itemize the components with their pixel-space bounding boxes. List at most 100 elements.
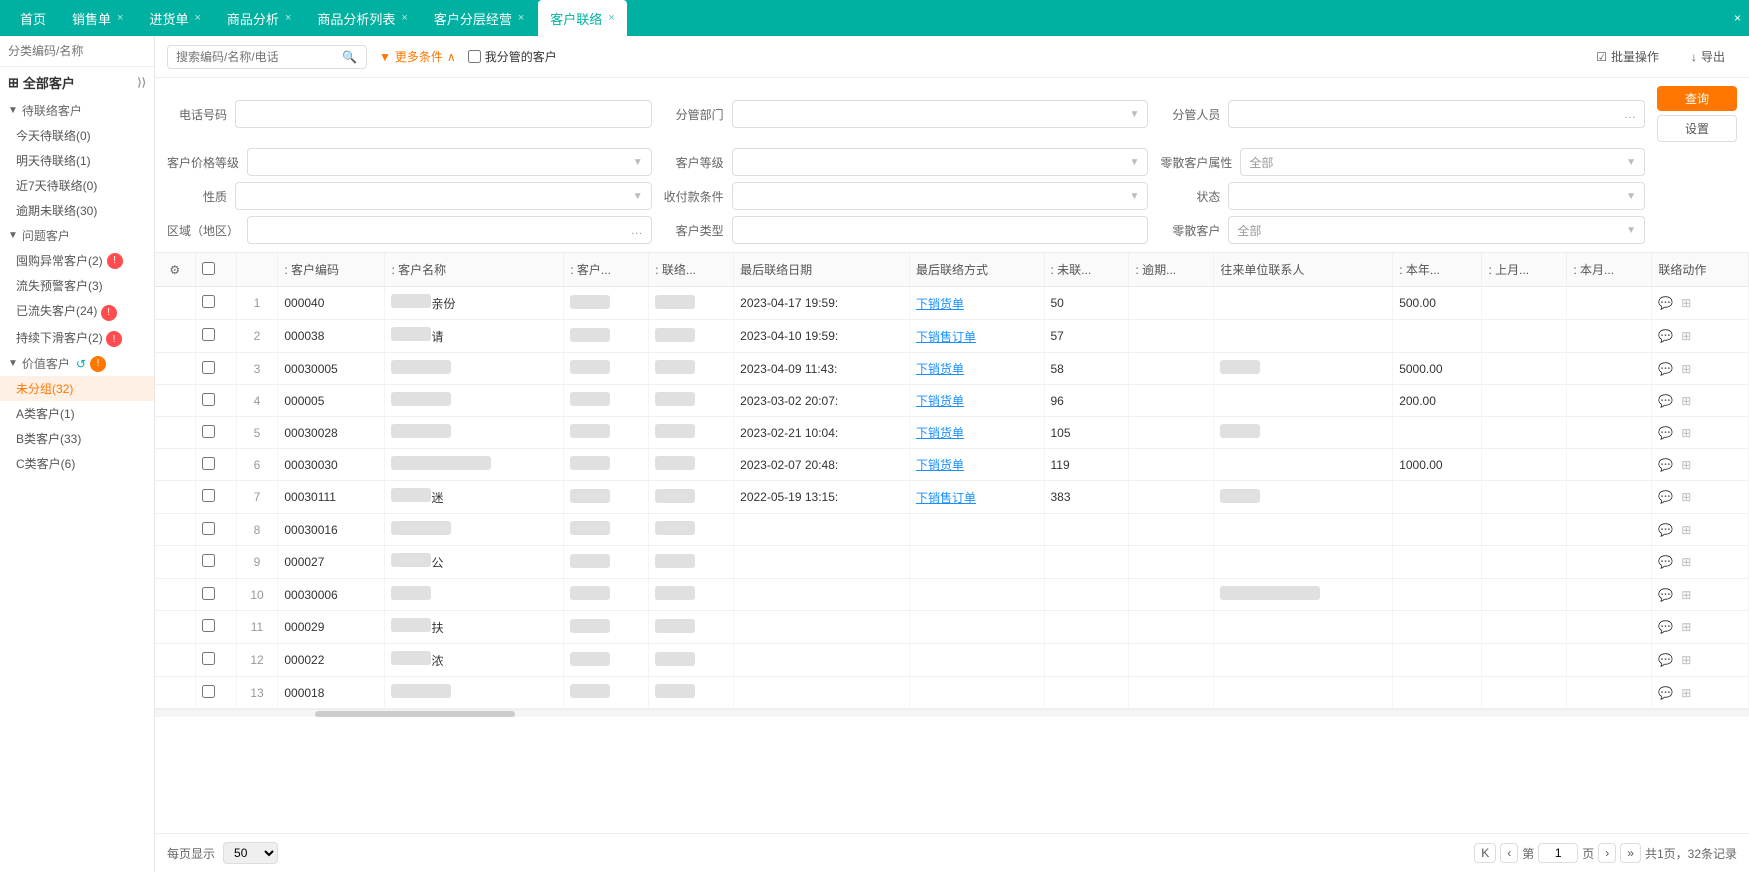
grid-action-icon[interactable]: ⊞ [1681,588,1691,602]
nav-home[interactable]: 首页 [8,0,58,36]
horizontal-scrollbar[interactable] [155,709,1749,717]
chat-icon[interactable]: 💬 [1658,588,1673,602]
chat-icon[interactable]: 💬 [1658,490,1673,504]
chat-icon[interactable]: 💬 [1658,394,1673,408]
chat-icon[interactable]: 💬 [1658,686,1673,700]
last-page-btn[interactable]: » [1620,843,1641,863]
reset-btn[interactable]: 设置 [1657,115,1737,142]
close-all-btn[interactable]: × [1734,11,1741,25]
retail-cust-select[interactable]: 全部▼ [1228,216,1645,244]
group-pending[interactable]: ▼ 待联络客户 [0,98,154,123]
sidebar-item-ungroup[interactable]: 未分组(32) [0,376,154,401]
grid-action-icon[interactable]: ⊞ [1681,620,1691,634]
select-all-checkbox[interactable] [202,262,215,275]
grid-action-icon[interactable]: ⊞ [1681,686,1691,700]
collapse-icon[interactable]: ⟩⟩ [137,76,146,89]
sidebar-item-a-class[interactable]: A类客户(1) [0,401,154,426]
batch-op-btn[interactable]: ☑ 批量操作 [1584,44,1671,69]
group-value[interactable]: ▼ 价值客户 ↺ ! [0,351,154,376]
chat-icon[interactable]: 💬 [1658,296,1673,310]
sidebar-item-declining[interactable]: 持续下滑客户(2) ! [0,325,154,352]
name-col-header[interactable]: : 客户名称 [385,253,564,287]
nav-goods-list[interactable]: 商品分析列表 × [305,0,419,36]
row-11-checkbox[interactable] [202,619,215,632]
grid-action-icon[interactable]: ⊞ [1681,490,1691,504]
query-btn[interactable]: 查询 [1657,86,1737,111]
nature-select[interactable]: ▼ [235,182,652,210]
close-sales-icon[interactable]: × [117,12,123,24]
main-search-icon[interactable]: 🔍 [342,50,357,64]
all-customers-header[interactable]: ⊞ 全部客户 ⟩⟩ [0,67,154,98]
row-4-checkbox[interactable] [202,393,215,406]
row-8-checkbox[interactable] [202,522,215,535]
chat-icon[interactable]: 💬 [1658,458,1673,472]
my-customers-checkbox[interactable]: 我分管的客户 [468,48,557,65]
prev-page-btn[interactable]: ‹ [1500,843,1518,863]
price-select[interactable]: ▼ [247,148,652,176]
main-search-input[interactable] [176,50,336,64]
overdue-col-header[interactable]: : 逾期... [1129,253,1214,287]
grid-action-icon[interactable]: ⊞ [1681,458,1691,472]
manager-select[interactable]: … [1228,100,1645,128]
row-10-checkbox[interactable] [202,587,215,600]
row-6-checkbox[interactable] [202,457,215,470]
row-7-checkbox[interactable] [202,489,215,502]
page-size-select[interactable]: 50 100 200 [223,842,278,864]
this-month-col-header[interactable]: : 本月... [1567,253,1652,287]
type-col-header[interactable]: : 客户... [564,253,649,287]
close-goods-icon[interactable]: × [285,12,291,24]
chat-icon[interactable]: 💬 [1658,653,1673,667]
row-12-checkbox[interactable] [202,652,215,665]
checkbox-col-header[interactable] [195,253,236,287]
dept-select[interactable]: ▼ [732,100,1149,128]
row-2-checkbox[interactable] [202,328,215,341]
nav-goods-analysis[interactable]: 商品分析 × [215,0,303,36]
sidebar-item-abnormal[interactable]: 囤购异常客户(2) ! [0,248,154,273]
sidebar-search-input[interactable] [8,44,155,58]
next-page-btn[interactable]: › [1598,843,1616,863]
sidebar-item-churn-warn[interactable]: 流失预警客户(3) [0,273,154,298]
chat-icon[interactable]: 💬 [1658,555,1673,569]
nav-customer-contact[interactable]: 客户联络 × [538,0,626,36]
code-col-header[interactable]: : 客户编码 [278,253,385,287]
grid-action-icon[interactable]: ⊞ [1681,653,1691,667]
cust-type-input[interactable] [732,216,1149,244]
no-contact-col-header[interactable]: : 未联... [1044,253,1129,287]
my-customers-check[interactable] [468,50,481,63]
this-year-col-header[interactable]: : 本年... [1393,253,1482,287]
grid-action-icon[interactable]: ⊞ [1681,426,1691,440]
row-5-checkbox[interactable] [202,425,215,438]
last-method-col-header[interactable]: 最后联络方式 [909,253,1044,287]
grid-action-icon[interactable]: ⊞ [1681,394,1691,408]
contact-col-header[interactable]: : 联络... [649,253,734,287]
cust-level-select[interactable]: ▼ [732,148,1149,176]
page-number-input[interactable] [1538,843,1578,863]
close-purchase-icon[interactable]: × [194,12,200,24]
sidebar-item-today-pending[interactable]: 今天待联络(0) [0,123,154,148]
more-conditions-btn[interactable]: ▼ 更多条件 ∧ [379,48,456,65]
value-refresh-icon[interactable]: ↺ [76,357,86,371]
phone-input[interactable] [235,100,652,128]
grid-action-icon[interactable]: ⊞ [1681,296,1691,310]
first-page-btn[interactable]: K [1474,843,1496,863]
nav-customer-tier[interactable]: 客户分层经营 × [422,0,536,36]
last-date-col-header[interactable]: 最后联络日期 [734,253,910,287]
grid-action-icon[interactable]: ⊞ [1681,555,1691,569]
settings-col-header[interactable]: ⚙ [155,253,195,287]
scrollbar-thumb[interactable] [315,711,515,717]
grid-action-icon[interactable]: ⊞ [1681,329,1691,343]
grid-action-icon[interactable]: ⊞ [1681,523,1691,537]
status-select[interactable]: ▼ [1228,182,1645,210]
close-contact-icon[interactable]: × [608,12,614,24]
grid-action-icon[interactable]: ⊞ [1681,362,1691,376]
sidebar-item-tomorrow-pending[interactable]: 明天待联络(1) [0,148,154,173]
region-select[interactable]: … [247,216,652,244]
sidebar-item-week-pending[interactable]: 近7天待联络(0) [0,173,154,198]
unit-contact-col-header[interactable]: 往来单位联系人 [1214,253,1393,287]
close-tier-icon[interactable]: × [518,12,524,24]
table-settings-icon[interactable]: ⚙ [169,263,180,277]
export-btn[interactable]: ↓ 导出 [1679,44,1737,69]
chat-icon[interactable]: 💬 [1658,523,1673,537]
sidebar-item-b-class[interactable]: B类客户(33) [0,426,154,451]
chat-icon[interactable]: 💬 [1658,620,1673,634]
